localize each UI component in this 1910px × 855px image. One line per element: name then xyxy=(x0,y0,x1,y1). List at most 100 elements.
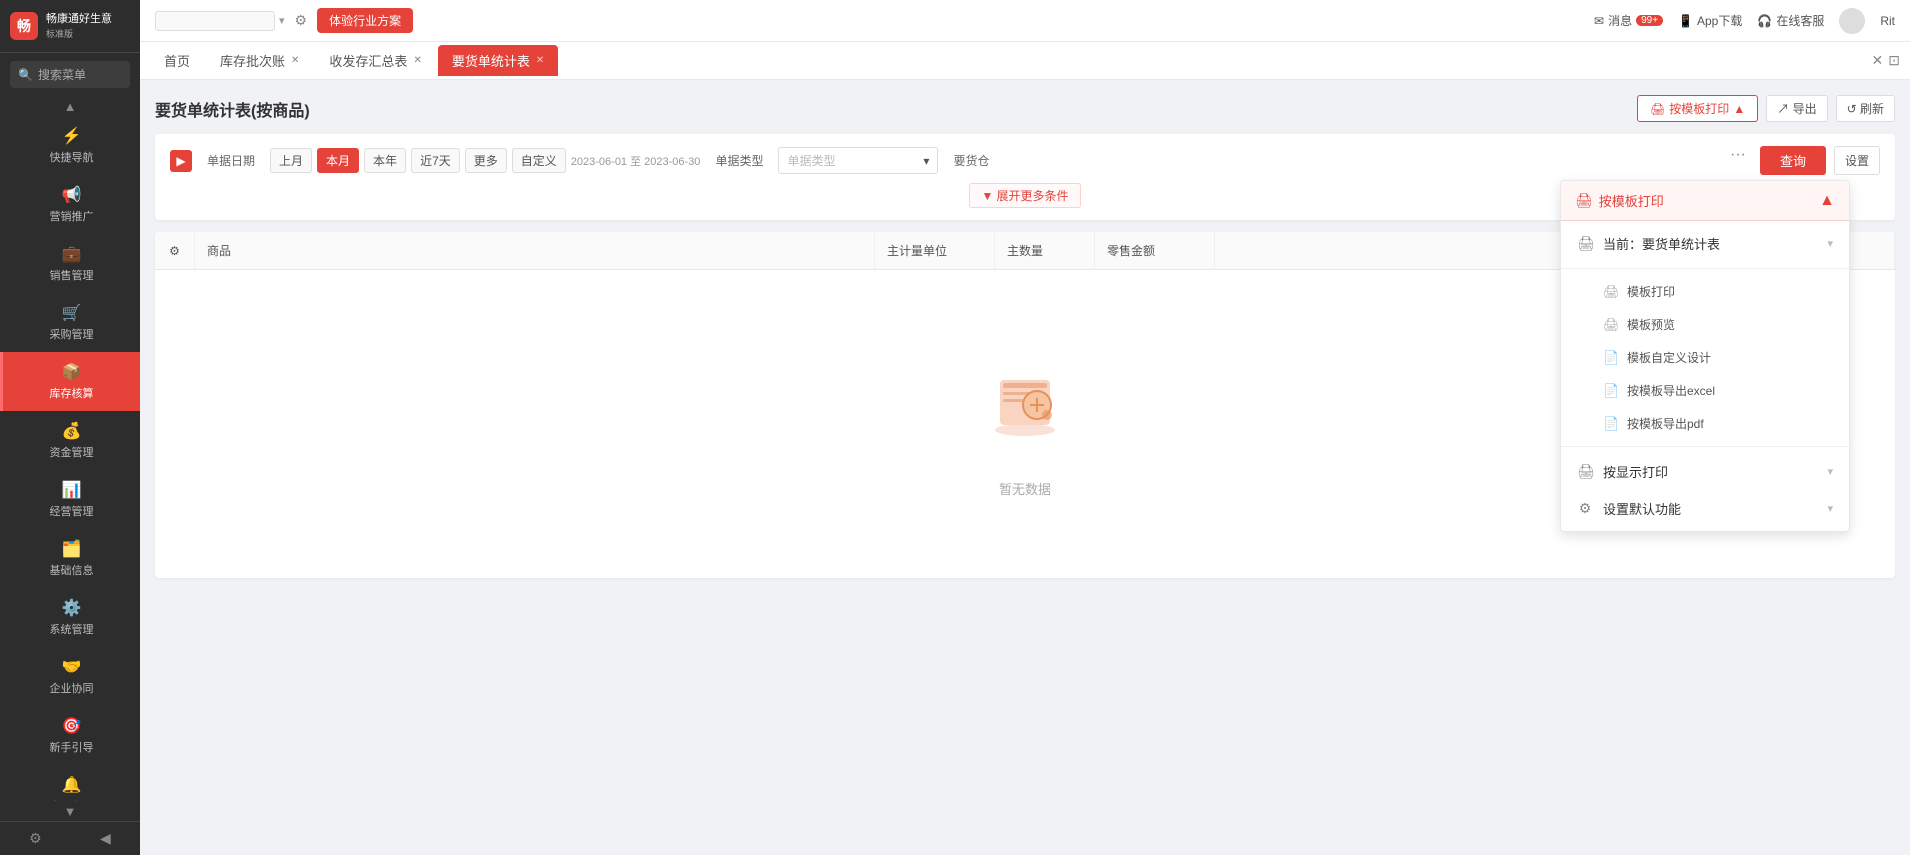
tab-order-stats-close[interactable]: ✕ xyxy=(536,55,544,66)
dropdown-item-template-print[interactable]: 🖨 模板打印 xyxy=(1561,275,1849,308)
sidebar-item-sales[interactable]: 💼 销售管理 xyxy=(0,234,140,293)
dropdown-item-export-excel[interactable]: 📄 按模板导出excel xyxy=(1561,374,1849,407)
sidebar-icon-basic: 🗂️ xyxy=(62,539,82,559)
sidebar-item-guide[interactable]: 🎯 新手引导 xyxy=(0,706,140,765)
more-options-button[interactable]: ··· xyxy=(1724,146,1752,175)
doc-type-value: 单据类型 xyxy=(787,152,918,169)
date-btn-custom[interactable]: 自定义 xyxy=(512,148,566,173)
sidebar-item-quick-nav[interactable]: ⚡ 快捷导航 xyxy=(0,116,140,175)
tab-batch-accounts[interactable]: 库存批次账 ✕ xyxy=(206,45,313,76)
tab-window-buttons: ✕ ⊡ xyxy=(1872,52,1900,69)
expand-arrow-icon: ▼ xyxy=(982,189,994,203)
col-amount: 零售金额 xyxy=(1095,232,1215,269)
sidebar-search[interactable]: 🔍 搜索菜单 xyxy=(0,53,140,96)
date-btn-more[interactable]: 更多 xyxy=(465,148,507,173)
sidebar-label-quick-nav: 快捷导航 xyxy=(50,149,94,165)
sidebar-footer: ⚙ ◀ xyxy=(0,821,140,855)
dropdown-header: 🖨 按模板打印 ▲ xyxy=(1561,181,1849,221)
dropdown-close-button[interactable]: ▲ xyxy=(1819,192,1835,210)
date-btn-this-year[interactable]: 本年 xyxy=(364,148,406,173)
export-button[interactable]: ↗ 导出 xyxy=(1766,95,1827,122)
page-title: 要货单统计表(按商品) xyxy=(155,97,310,121)
doc-type-select[interactable]: 单据类型 ▾ xyxy=(778,147,938,174)
empty-illustration xyxy=(975,350,1075,469)
tab-order-stats[interactable]: 要货单统计表 ✕ xyxy=(438,45,558,76)
col-quantity: 主数量 xyxy=(995,232,1095,269)
date-range-display: 2023-06-01 至 2023-06-30 xyxy=(571,153,701,169)
sidebar: 畅 畅康通好生意 标准版 🔍 搜索菜单 ▲ ⚡ 快捷导航 📢 营销推广 xyxy=(0,0,140,855)
app-download-button[interactable]: 📱 App下载 xyxy=(1678,12,1742,29)
require-label: 要货仓 xyxy=(953,152,989,169)
print-template-button[interactable]: 🖨 按模板打印 ▲ xyxy=(1637,95,1758,122)
refresh-button[interactable]: ↺ 刷新 xyxy=(1836,95,1895,122)
dropdown-item-set-default[interactable]: ⚙ 设置默认功能 ▾ xyxy=(1561,490,1849,527)
trial-button[interactable]: 体验行业方案 xyxy=(317,8,413,33)
current-template-label: 当前：要货单统计表 xyxy=(1603,234,1817,253)
sidebar-icon-finance: 💰 xyxy=(62,421,82,441)
tab-order-stats-label: 要货单统计表 xyxy=(452,51,530,70)
tab-receipt-summary-close[interactable]: ✕ xyxy=(413,55,421,66)
tab-batch-accounts-close[interactable]: ✕ xyxy=(291,55,299,66)
sidebar-icon-inventory: 📦 xyxy=(62,362,82,382)
sidebar-item-operation[interactable]: 📊 经营管理 xyxy=(0,470,140,529)
col-unit: 主计量单位 xyxy=(875,232,995,269)
sidebar-icon-operation: 📊 xyxy=(62,480,82,500)
topbar-right: ✉ 消息 99+ 📱 App下载 🎧 在线客服 Rit xyxy=(1594,8,1895,34)
col-settings[interactable]: ⚙ xyxy=(155,232,195,269)
template-preview-icon: 🖨 xyxy=(1603,317,1619,333)
sidebar-label-purchase: 采购管理 xyxy=(50,326,94,342)
tab-home[interactable]: 首页 xyxy=(150,45,204,76)
window-maximize-button[interactable]: ⊡ xyxy=(1888,52,1900,69)
empty-text-label: 暂无数据 xyxy=(999,479,1051,498)
main-area: ▾ ⚙ 体验行业方案 ✉ 消息 99+ 📱 App下载 🎧 在线客服 xyxy=(140,0,1910,855)
window-close-button[interactable]: ✕ xyxy=(1872,52,1884,69)
sidebar-item-enterprise[interactable]: 🤝 企业协同 xyxy=(0,647,140,706)
dropdown-item-template-preview[interactable]: 🖨 模板预览 xyxy=(1561,308,1849,341)
sidebar-item-purchase[interactable]: 🛒 采购管理 xyxy=(0,293,140,352)
topbar-gear-icon[interactable]: ⚙ xyxy=(295,12,308,29)
sidebar-collapse-button[interactable]: ◀ xyxy=(100,830,111,847)
dropdown-item-export-pdf[interactable]: 📄 按模板导出pdf xyxy=(1561,407,1849,440)
message-button[interactable]: ✉ 消息 99+ xyxy=(1594,12,1663,29)
settings-button[interactable]: 设置 xyxy=(1834,146,1880,175)
filter-expand-icon[interactable]: ▶ xyxy=(170,150,192,172)
sidebar-item-system[interactable]: ⚙️ 系统管理 xyxy=(0,588,140,647)
app-icon: 📱 xyxy=(1678,14,1693,28)
sidebar-scroll-down[interactable]: ▼ xyxy=(0,801,140,821)
message-icon: ✉ xyxy=(1594,14,1604,28)
search-menu-button[interactable]: 🔍 搜索菜单 xyxy=(10,61,130,88)
dropdown-item-display-print[interactable]: 🖨 按显示打印 ▾ xyxy=(1561,453,1849,490)
sidebar-icon-purchase: 🛒 xyxy=(62,303,82,323)
sidebar-settings-button[interactable]: ⚙ xyxy=(29,830,42,847)
avatar[interactable] xyxy=(1839,8,1865,34)
tab-receipt-summary[interactable]: 收发存汇总表 ✕ xyxy=(315,45,435,76)
sidebar-item-marketing[interactable]: 📢 营销推广 xyxy=(0,175,140,234)
sidebar-scroll-up[interactable]: ▲ xyxy=(0,96,140,116)
expand-more-button[interactable]: ▼ 展开更多条件 xyxy=(969,183,1082,208)
logo-text: 畅康通好生意 标准版 xyxy=(46,12,112,39)
query-button[interactable]: 查询 xyxy=(1760,146,1826,175)
online-service-button[interactable]: 🎧 在线客服 xyxy=(1757,12,1824,29)
sidebar-icon-system: ⚙️ xyxy=(62,598,82,618)
sidebar-item-appstore[interactable]: 🔔 应用中心 xyxy=(0,765,140,801)
dropdown-item-current-template[interactable]: 🖨 当前：要货单统计表 ▾ xyxy=(1561,225,1849,262)
filter-row: ▶ 单据日期 上月 本月 本年 近7天 更多 自定义 2023-06-01 至 … xyxy=(170,146,1880,175)
date-btn-last-month[interactable]: 上月 xyxy=(270,148,312,173)
sidebar-icon-sales: 💼 xyxy=(62,244,82,264)
print-dropdown-arrow: ▲ xyxy=(1733,102,1745,116)
date-btn-7days[interactable]: 近7天 xyxy=(411,148,460,173)
sidebar-icon-marketing: 📢 xyxy=(62,185,82,205)
date-controls: 上月 本月 本年 近7天 更多 自定义 2023-06-01 至 2023-06… xyxy=(270,148,700,173)
sidebar-item-finance[interactable]: 💰 资金管理 xyxy=(0,411,140,470)
top-actions: 🖨 按模板打印 ▲ ↗ 导出 ↺ 刷新 xyxy=(1637,95,1895,122)
breadcrumb-input[interactable] xyxy=(155,11,275,31)
sidebar-item-inventory[interactable]: 📦 库存核算 xyxy=(0,352,140,411)
sidebar-item-basic[interactable]: 🗂️ 基础信息 xyxy=(0,529,140,588)
date-btn-this-month[interactable]: 本月 xyxy=(317,148,359,173)
display-print-arrow: ▾ xyxy=(1827,465,1833,478)
dropdown-item-template-design[interactable]: 📄 模板自定义设计 xyxy=(1561,341,1849,374)
dropdown-print-icon: 🖨 xyxy=(1575,192,1593,209)
tab-batch-accounts-label: 库存批次账 xyxy=(220,51,285,70)
search-icon: 🔍 xyxy=(18,68,33,82)
template-print-icon: 🖨 xyxy=(1603,284,1619,300)
